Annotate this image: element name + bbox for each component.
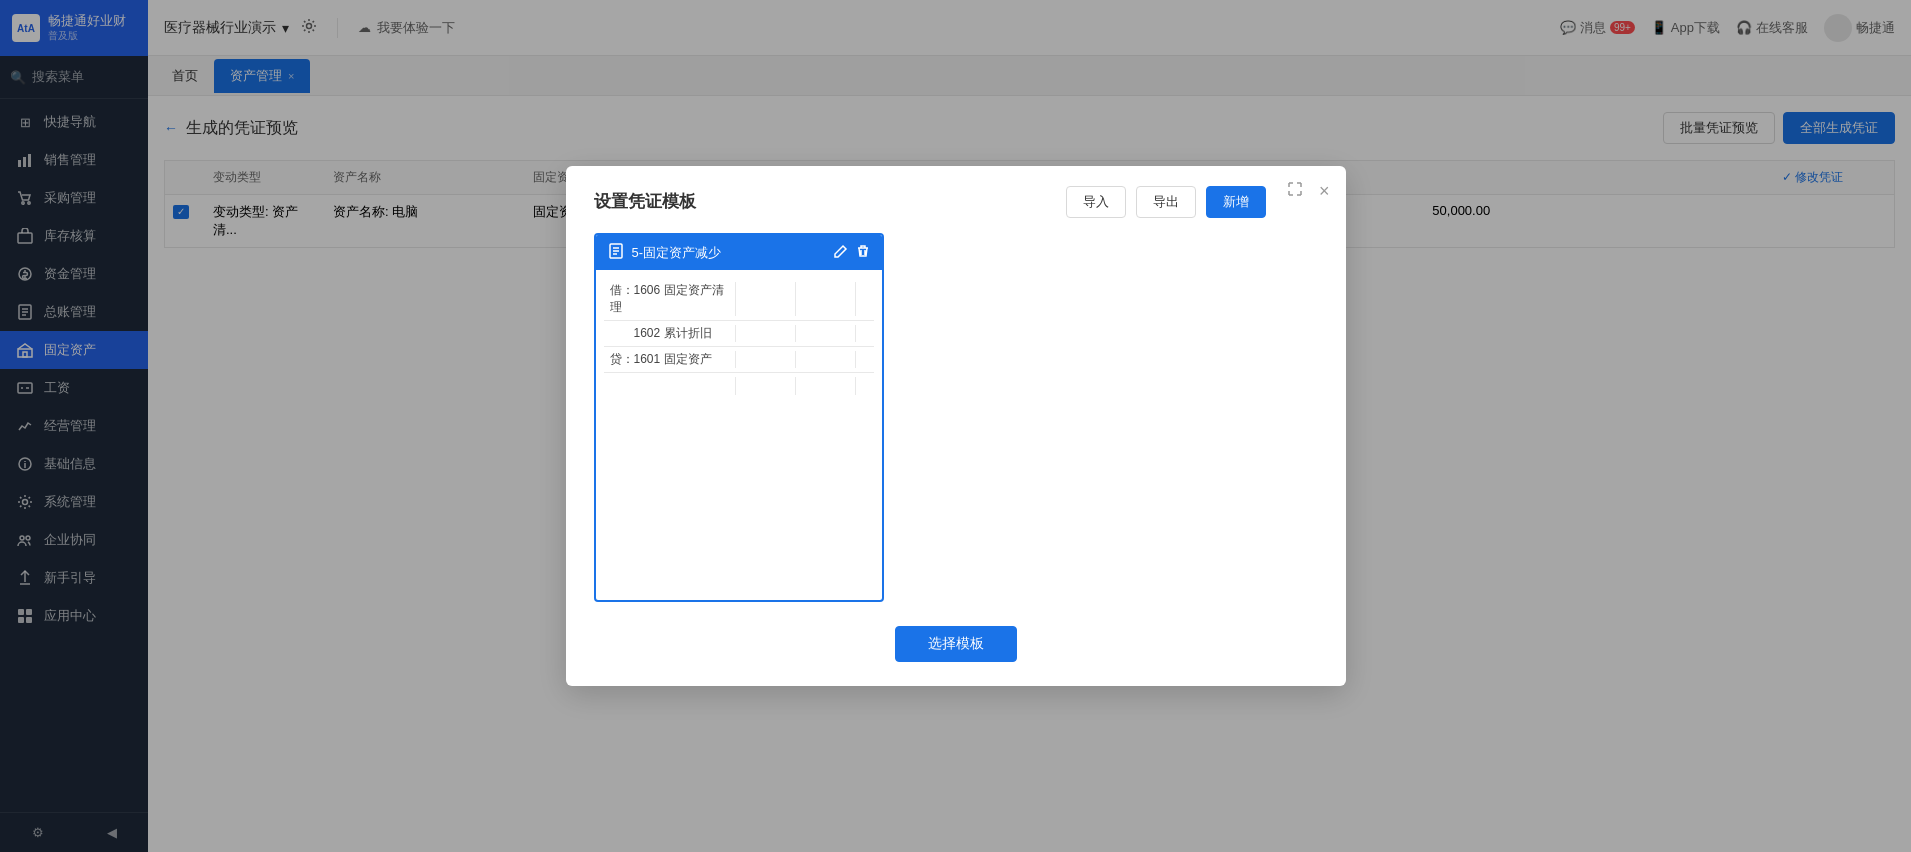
template-card-body: 借：1606 固定资产清理 1602 累计折旧 贷：1601 固定资产	[596, 270, 882, 407]
entry-col1-2	[736, 351, 796, 368]
modal-backdrop: 设置凭证模板 导入 导出 新增 × 5-固定资产减少	[0, 0, 1911, 852]
entry-col3-0	[856, 282, 884, 316]
template-header-left: 5-固定资产减少	[608, 243, 722, 262]
template-area: 5-固定资产减少 借：1606 固定资产清理	[594, 233, 1318, 602]
select-template-area: 选择模板	[594, 626, 1318, 662]
entry-subject-3	[606, 377, 736, 395]
entry-subject-2: 贷：1601 固定资产	[606, 351, 736, 368]
entry-col3-2	[856, 351, 884, 368]
entry-col1-1	[736, 325, 796, 342]
delete-template-icon[interactable]	[856, 244, 870, 261]
entry-subject-1: 1602 累计折旧	[606, 325, 736, 342]
edit-template-icon[interactable]	[834, 244, 848, 261]
entry-row-3	[604, 373, 874, 399]
modal-toolbar: 导入 导出 新增	[1066, 186, 1266, 218]
template-name: 5-固定资产减少	[632, 244, 722, 262]
entry-col3-1	[856, 325, 884, 342]
close-modal-button[interactable]: ×	[1319, 182, 1330, 200]
entry-col2-0	[796, 282, 856, 316]
entry-col2-3	[796, 377, 856, 395]
entry-col1-3	[736, 377, 796, 395]
template-actions	[834, 244, 870, 261]
entry-row-0: 借：1606 固定资产清理	[604, 278, 874, 321]
entry-row-2: 贷：1601 固定资产	[604, 347, 874, 373]
export-button[interactable]: 导出	[1136, 186, 1196, 218]
import-button[interactable]: 导入	[1066, 186, 1126, 218]
select-template-button[interactable]: 选择模板	[895, 626, 1017, 662]
template-icon	[608, 243, 624, 262]
entry-col3-3	[856, 377, 884, 395]
entry-row-1: 1602 累计折旧	[604, 321, 874, 347]
template-card[interactable]: 5-固定资产减少 借：1606 固定资产清理	[594, 233, 884, 602]
expand-icon[interactable]	[1288, 182, 1302, 200]
new-button[interactable]: 新增	[1206, 186, 1266, 218]
set-voucher-template-modal: 设置凭证模板 导入 导出 新增 × 5-固定资产减少	[566, 166, 1346, 686]
entry-subject-0: 借：1606 固定资产清理	[606, 282, 736, 316]
template-card-header: 5-固定资产减少	[596, 235, 882, 270]
entry-col1-0	[736, 282, 796, 316]
entry-col2-2	[796, 351, 856, 368]
entry-col2-1	[796, 325, 856, 342]
